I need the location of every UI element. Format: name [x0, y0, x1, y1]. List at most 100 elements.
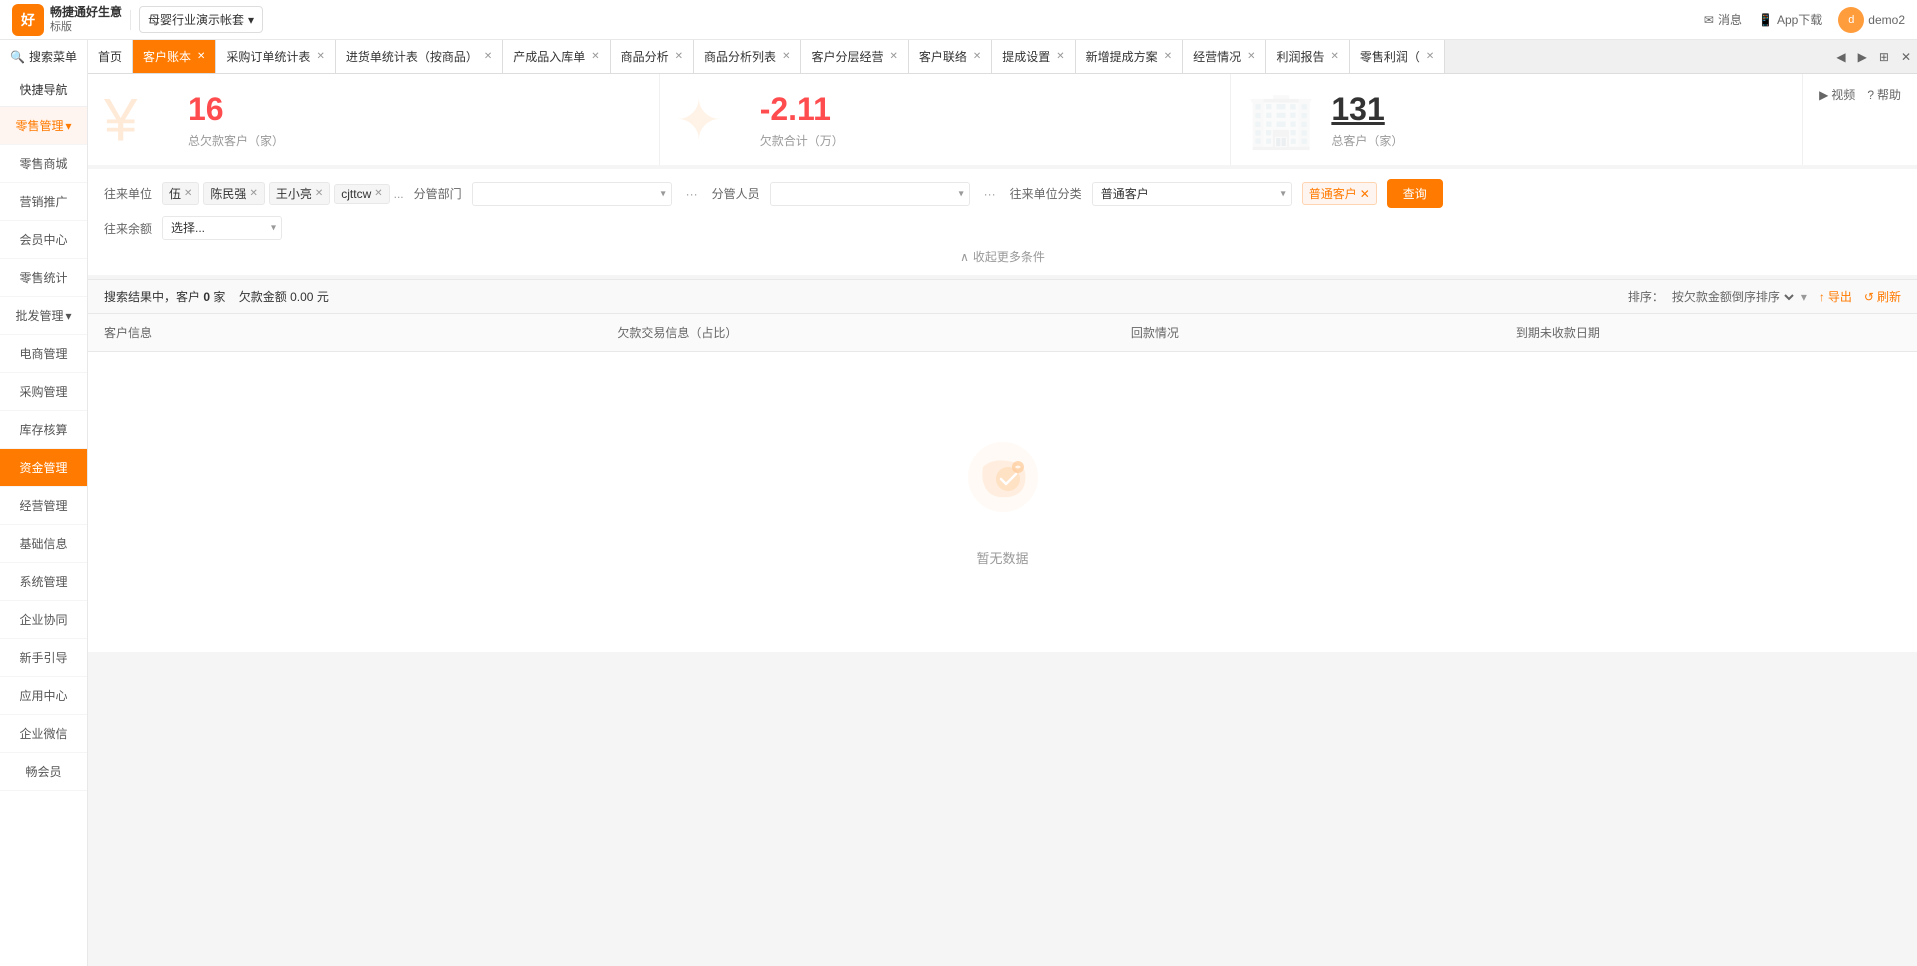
tab-customer-ledger[interactable]: 客户账本 ✕ — [133, 40, 216, 74]
unit-tag-wu[interactable]: 伍 ✕ — [162, 182, 199, 205]
tab-prev-btn[interactable]: ◀ — [1830, 40, 1851, 74]
tab-retail-profit[interactable]: 零售利润（ ✕ — [1350, 40, 1445, 74]
refresh-btn[interactable]: ↺ 刷新 — [1864, 288, 1901, 305]
stat-card-total-customers: 🏢 131 总客户（家） — [1231, 74, 1803, 165]
workspace-select[interactable]: 母婴行业演示帐套 ▾ — [139, 6, 263, 33]
tag-close-icon[interactable]: ✕ — [1360, 187, 1370, 201]
tab-next-btn[interactable]: ▶ — [1852, 40, 1873, 74]
sidebar-item-retail-stats[interactable]: 零售统计 — [0, 259, 87, 297]
tab-close-all-btn[interactable]: ✕ — [1895, 40, 1917, 74]
tab-close-icon[interactable]: ✕ — [1247, 51, 1255, 62]
tab-close-icon[interactable]: ✕ — [1056, 51, 1064, 62]
sidebar-item-inventory[interactable]: 库存核算 — [0, 411, 87, 449]
tab-add-commission-plan[interactable]: 新增提成方案 ✕ — [1076, 40, 1183, 74]
tab-close-icon[interactable]: ✕ — [782, 51, 790, 62]
person-select[interactable] — [770, 182, 970, 206]
person-label: 分管人员 — [712, 185, 760, 202]
table-header: 客户信息 欠款交易信息（占比） 回款情况 到期未收款日期 — [88, 314, 1917, 352]
person-dots[interactable]: ··· — [980, 187, 1000, 201]
app-download-btn[interactable]: 📱 App下载 — [1758, 11, 1822, 28]
tab-purchase-order-stats[interactable]: 采购订单统计表 ✕ — [216, 40, 335, 74]
sidebar-item-retail-management[interactable]: 零售管理 ▾ — [0, 107, 87, 145]
tab-close-icon[interactable]: ✕ — [973, 51, 981, 62]
filter-row-2: 往来余额 选择... — [104, 216, 1901, 240]
empty-state: 暂无数据 — [963, 437, 1043, 567]
category-tag[interactable]: 普通客户 ✕ — [1302, 182, 1377, 205]
sort-select[interactable]: 按欠款金额倒序排序 — [1668, 289, 1797, 305]
tab-close-icon[interactable]: ✕ — [1331, 51, 1339, 62]
messages-btn[interactable]: ✉ 消息 — [1704, 11, 1742, 28]
sidebar-item-app-center[interactable]: 应用中心 — [0, 677, 87, 715]
tab-customer-contact[interactable]: 客户联络 ✕ — [909, 40, 992, 74]
main-layout: 🔍 搜索菜单 快捷导航 零售管理 ▾ 零售商城 营销推广 会员中心 零售统计 批… — [0, 40, 1917, 966]
th-repayment: 回款情况 — [1131, 324, 1516, 341]
logo-icon: 好 — [12, 4, 44, 36]
video-btn[interactable]: ▶ 视频 — [1819, 86, 1855, 103]
sidebar-item-member-center[interactable]: 会员中心 — [0, 221, 87, 259]
chevron-down-icon: ▾ — [65, 309, 71, 323]
tab-close-icon[interactable]: ✕ — [675, 51, 683, 62]
sort-select-wrap: 排序： 按欠款金额倒序排序 ▾ — [1628, 288, 1807, 305]
balance-select[interactable]: 选择... — [162, 216, 282, 240]
tab-close-icon[interactable]: ✕ — [197, 51, 205, 62]
unit-tag-wang[interactable]: 王小亮 ✕ — [269, 182, 330, 205]
results-bar: 搜索结果中，客户 0 家 欠款金额 0.00 元 排序： 按欠款金额倒序排序 ▾ — [88, 279, 1917, 314]
tab-product-analysis-list[interactable]: 商品分析列表 ✕ — [694, 40, 801, 74]
sidebar-item-finance[interactable]: 资金管理 — [0, 449, 87, 487]
results-actions: 排序： 按欠款金额倒序排序 ▾ ↑ 导出 ↺ 刷新 — [1628, 288, 1901, 305]
tab-close-icon[interactable]: ✕ — [316, 51, 324, 62]
sidebar-item-retail-mall[interactable]: 零售商城 — [0, 145, 87, 183]
collapse-btn[interactable]: ∧ 收起更多条件 — [104, 248, 1901, 265]
tag-close-icon[interactable]: ✕ — [249, 188, 257, 199]
dept-dots[interactable]: ··· — [682, 187, 702, 201]
sidebar-item-purchase[interactable]: 采购管理 — [0, 373, 87, 411]
tab-close-icon[interactable]: ✕ — [1164, 51, 1172, 62]
sidebar-item-system[interactable]: 系统管理 — [0, 563, 87, 601]
sidebar-item-wholesale[interactable]: 批发管理 ▾ — [0, 297, 87, 335]
balance-label: 往来余额 — [104, 220, 152, 237]
more-tags-btn[interactable]: ... — [394, 187, 404, 201]
sidebar-item-wechat-work[interactable]: 企业微信 — [0, 715, 87, 753]
tab-close-icon[interactable]: ✕ — [484, 51, 492, 62]
tab-close-icon[interactable]: ✕ — [1426, 51, 1434, 62]
tab-profit-report[interactable]: 利润报告 ✕ — [1266, 40, 1349, 74]
stat-value-customers: 16 — [188, 90, 284, 128]
sidebar-item-guide[interactable]: 新手引导 — [0, 639, 87, 677]
balance-select-wrap: 选择... — [162, 216, 282, 240]
unit-tag-cjttcw[interactable]: cjttcw ✕ — [334, 184, 389, 204]
help-btn[interactable]: ? 帮助 — [1867, 86, 1901, 103]
stat-value-amount: -2.11 — [760, 90, 844, 128]
search-button[interactable]: 查询 — [1387, 179, 1443, 208]
sidebar-item-ecommerce[interactable]: 电商管理 — [0, 335, 87, 373]
sidebar-item-basic-info[interactable]: 基础信息 — [0, 525, 87, 563]
tab-close-icon[interactable]: ✕ — [591, 51, 599, 62]
tab-expand-btn[interactable]: ⊞ — [1873, 40, 1895, 74]
tab-operations[interactable]: 经营情况 ✕ — [1183, 40, 1266, 74]
search-menu-btn[interactable]: 🔍 搜索菜单 — [0, 40, 87, 73]
tab-close-icon[interactable]: ✕ — [889, 51, 897, 62]
user-info[interactable]: d demo2 — [1838, 7, 1905, 33]
unit-tag-chen[interactable]: 陈民强 ✕ — [203, 182, 264, 205]
tag-close-icon[interactable]: ✕ — [315, 188, 323, 199]
tag-close-icon[interactable]: ✕ — [374, 188, 382, 199]
sidebar-item-operations[interactable]: 经营管理 — [0, 487, 87, 525]
tab-customer-tier[interactable]: 客户分层经营 ✕ — [801, 40, 908, 74]
chevron-down-icon: ▾ — [248, 13, 254, 27]
sort-label: 排序： — [1628, 288, 1664, 305]
tab-commission-settings[interactable]: 提成设置 ✕ — [992, 40, 1075, 74]
quick-nav-btn[interactable]: 快捷导航 — [0, 73, 87, 107]
tag-close-icon[interactable]: ✕ — [184, 188, 192, 199]
tab-production-storage[interactable]: 产成品入库单 ✕ — [503, 40, 610, 74]
search-icon: 🔍 — [10, 50, 25, 64]
top-bar-left: 好 畅捷通好生意 标版 母婴行业演示帐套 ▾ — [12, 4, 263, 36]
sidebar-item-marketing[interactable]: 营销推广 — [0, 183, 87, 221]
tab-product-analysis[interactable]: 商品分析 ✕ — [611, 40, 694, 74]
sidebar-item-enterprise[interactable]: 企业协同 — [0, 601, 87, 639]
tab-purchase-stats-by-product[interactable]: 进货单统计表（按商品） ✕ — [336, 40, 503, 74]
tab-home[interactable]: 首页 — [88, 40, 133, 74]
divider — [130, 10, 131, 30]
category-select[interactable]: 普通客户 — [1092, 182, 1292, 206]
dept-select[interactable] — [472, 182, 672, 206]
export-btn[interactable]: ↑ 导出 — [1819, 288, 1852, 305]
sidebar-item-member[interactable]: 畅会员 — [0, 753, 87, 791]
